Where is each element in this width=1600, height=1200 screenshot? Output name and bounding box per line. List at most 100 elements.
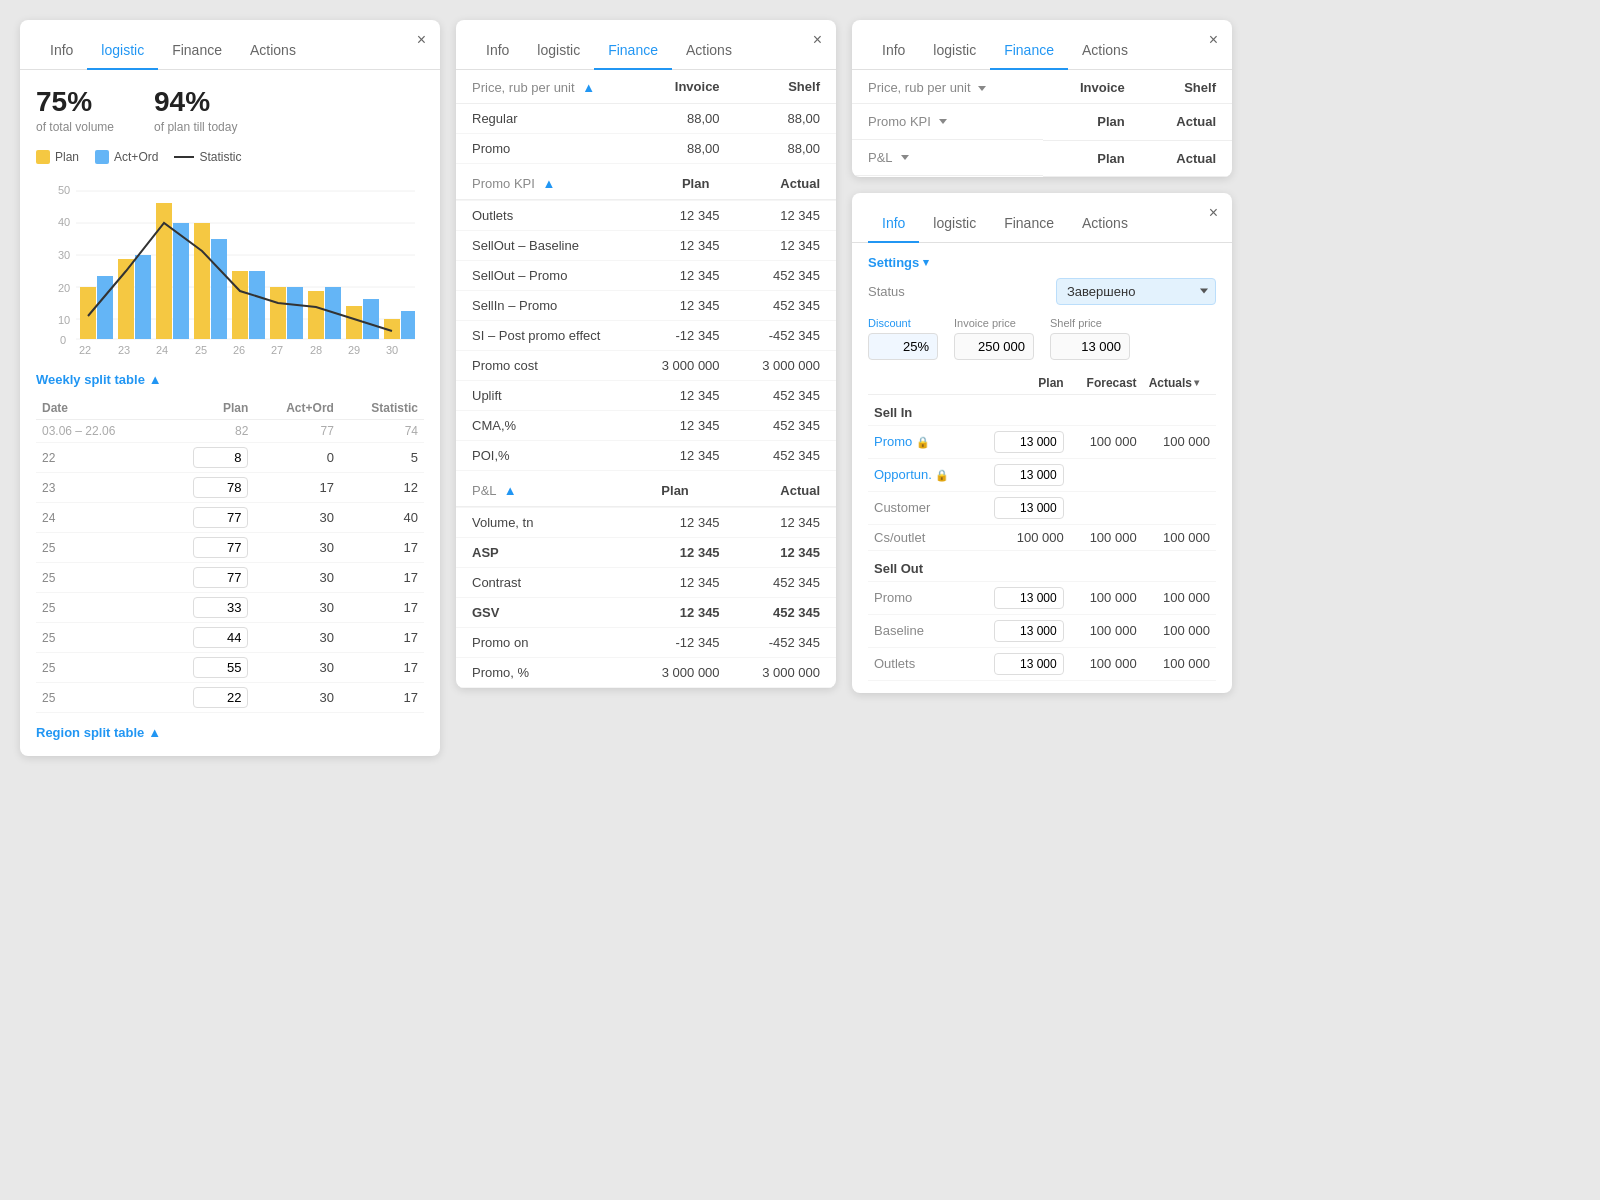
tab-info-1[interactable]: Info — [36, 32, 87, 70]
svg-rect-18 — [308, 291, 324, 339]
svg-rect-24 — [211, 239, 227, 339]
cell-opportun-plan[interactable] — [973, 458, 1069, 491]
weekly-split-title[interactable]: Weekly split table ▲ — [36, 372, 424, 387]
cell-date: 23 — [36, 473, 158, 503]
lock-red-icon[interactable]: 🔒 — [916, 436, 930, 449]
tab-info-2[interactable]: Info — [472, 32, 523, 70]
cell-date: 25 — [36, 623, 158, 653]
cell-baseline-plan[interactable] — [973, 614, 1069, 647]
tab-finance-3[interactable]: Finance — [990, 32, 1068, 70]
tab-logistic-3[interactable]: logistic — [919, 32, 990, 70]
settings-toggle[interactable]: Settings ▾ — [852, 243, 1232, 278]
weekly-split-arrow: ▲ — [149, 372, 162, 387]
promo-kpi-dropdown-arrow — [939, 119, 947, 124]
kpi-plan-today: 94% of plan till today — [154, 86, 237, 134]
close-button-1[interactable]: × — [417, 32, 426, 48]
col-empty — [868, 372, 973, 395]
tab-actions-3[interactable]: Actions — [1068, 32, 1142, 70]
cell-plan-input[interactable] — [158, 533, 254, 563]
lock-blue-icon[interactable]: 🔒 — [935, 469, 949, 482]
cell-act: 30 — [254, 563, 340, 593]
svg-rect-26 — [287, 287, 303, 339]
svg-rect-21 — [97, 276, 113, 339]
opportun-plan-input[interactable] — [994, 464, 1064, 486]
cell-act: 30 — [254, 593, 340, 623]
promo-out-plan-input[interactable] — [994, 587, 1064, 609]
plan-input[interactable] — [193, 507, 248, 528]
cell-promo-shelf: 88,00 — [736, 134, 836, 164]
baseline-plan-input[interactable] — [994, 620, 1064, 642]
opportun-link[interactable]: Opportun. — [874, 467, 932, 482]
cell-plan-input[interactable] — [158, 593, 254, 623]
cell-plan-input[interactable] — [158, 683, 254, 713]
panel1-body: 75% of total volume 94% of plan till tod… — [20, 70, 440, 756]
col-act-ord: Act+Ord — [254, 397, 340, 420]
tab-finance-4[interactable]: Finance — [990, 205, 1068, 243]
tab-logistic-4[interactable]: logistic — [919, 205, 990, 243]
col-date: Date — [36, 397, 158, 420]
plan-input[interactable] — [193, 627, 248, 648]
panel2-tabs: Info logistic Finance Actions — [472, 32, 746, 69]
cell-cma-plan: 12 345 — [635, 411, 735, 441]
kpi-total-volume: 75% of total volume — [36, 86, 114, 134]
tab-actions-4[interactable]: Actions — [1068, 205, 1142, 243]
table-row: 23 17 12 — [36, 473, 424, 503]
sell-out-header: Sell Out — [868, 550, 1216, 581]
status-select[interactable]: Завершено — [1056, 278, 1216, 305]
cell-plan-input[interactable] — [158, 623, 254, 653]
tab-info-3[interactable]: Info — [868, 32, 919, 70]
table-row: Regular 88,00 88,00 — [456, 104, 836, 134]
cell-plan-input[interactable] — [158, 503, 254, 533]
table-row: Cs/outlet 100 000 100 000 100 000 — [868, 524, 1216, 550]
cell-plan-input[interactable] — [158, 563, 254, 593]
cell-sellout-promo-plan: 12 345 — [635, 261, 735, 291]
pl-toggle[interactable]: ▲ — [504, 483, 517, 498]
invoice-price-input[interactable] — [954, 333, 1034, 360]
customer-plan-input[interactable] — [994, 497, 1064, 519]
tab-info-4[interactable]: Info — [868, 205, 919, 243]
promo-link[interactable]: Promo — [874, 434, 912, 449]
kpi-plan-today-value: 94% — [154, 86, 237, 118]
cell-volume-actual: 12 345 — [736, 508, 836, 538]
plan-input[interactable] — [193, 477, 248, 498]
sell-in-label: Sell In — [868, 394, 1216, 425]
cell-promo-out-plan[interactable] — [973, 581, 1069, 614]
plan-input[interactable] — [193, 687, 248, 708]
cell-promo-plan[interactable] — [973, 425, 1069, 458]
tab-logistic-1[interactable]: logistic — [87, 32, 158, 70]
tab-logistic-2[interactable]: logistic — [523, 32, 594, 70]
actuals-chevron-icon[interactable]: ▾ — [1194, 377, 1199, 388]
tab-actions-2[interactable]: Actions — [672, 32, 746, 70]
shelf-price-input[interactable] — [1050, 333, 1130, 360]
cell-outlets-out-plan[interactable] — [973, 647, 1069, 680]
cell-gsv-plan: 12 345 — [635, 598, 735, 628]
cell-date: 25 — [36, 653, 158, 683]
close-button-2[interactable]: × — [813, 32, 822, 48]
plan-input[interactable] — [193, 537, 248, 558]
region-split-link[interactable]: Region split table ▲ — [36, 725, 424, 740]
close-button-3[interactable]: × — [1209, 32, 1218, 48]
tab-actions-1[interactable]: Actions — [236, 32, 310, 70]
plan-input[interactable] — [193, 597, 248, 618]
svg-text:23: 23 — [118, 344, 130, 356]
tab-finance-1[interactable]: Finance — [158, 32, 236, 70]
cell-plan-input[interactable] — [158, 443, 254, 473]
discount-input[interactable] — [868, 333, 938, 360]
table-row: SellOut – Promo 12 345 452 345 — [456, 261, 836, 291]
promo-kpi-toggle[interactable]: ▲ — [542, 176, 555, 191]
cell-cma-actual: 452 345 — [736, 411, 836, 441]
cell-promo-cost: Promo cost — [456, 351, 635, 381]
cell-plan-input[interactable] — [158, 473, 254, 503]
weekly-split-table: Date Plan Act+Ord Statistic 03.06 – 22.0… — [36, 397, 424, 713]
outlets-out-plan-input[interactable] — [994, 653, 1064, 675]
plan-input[interactable] — [193, 567, 248, 588]
svg-text:50: 50 — [58, 184, 70, 196]
tab-finance-2[interactable]: Finance — [594, 32, 672, 70]
plan-input[interactable] — [193, 447, 248, 468]
promo-plan-input[interactable] — [994, 431, 1064, 453]
close-button-4[interactable]: × — [1209, 205, 1218, 221]
cell-plan-input[interactable] — [158, 653, 254, 683]
cell-customer-plan[interactable] — [973, 491, 1069, 524]
price-toggle-icon[interactable]: ▲ — [582, 80, 595, 95]
plan-input[interactable] — [193, 657, 248, 678]
